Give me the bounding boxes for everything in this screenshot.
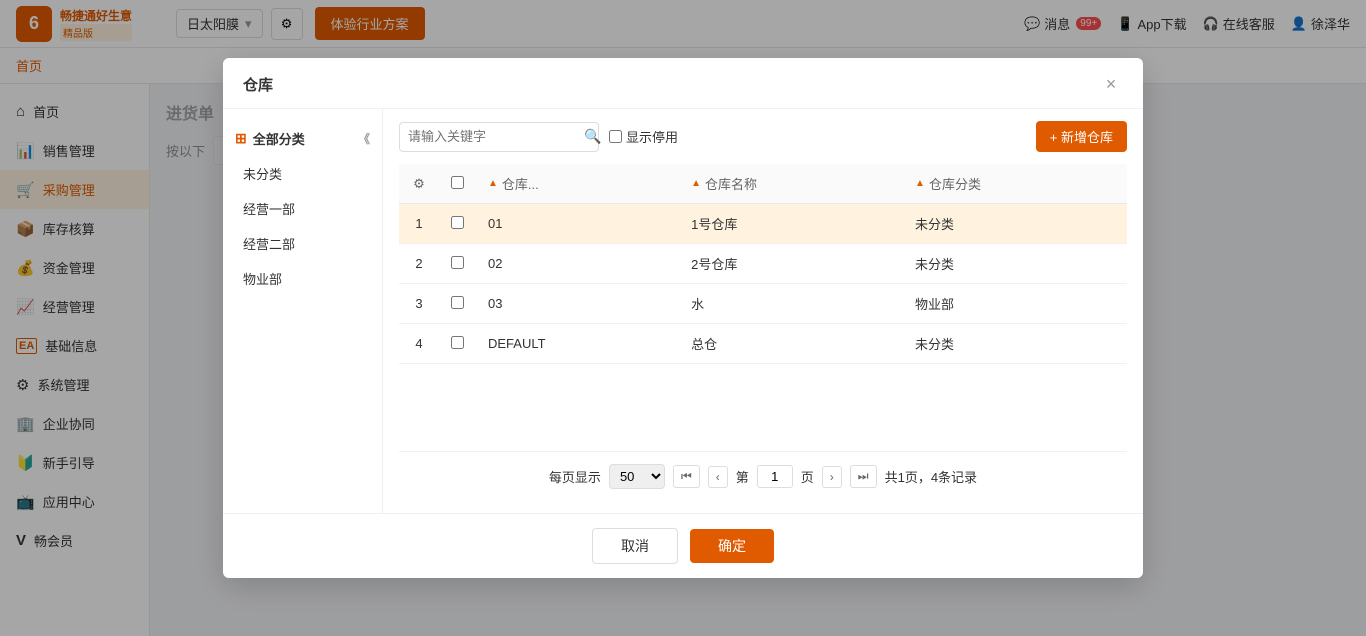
row-code: 01: [476, 204, 679, 244]
table-row[interactable]: 2 02 2号仓库 未分类: [399, 244, 1127, 284]
row-checkbox[interactable]: [451, 336, 464, 349]
next-page-button[interactable]: ›: [822, 466, 842, 488]
per-page-select[interactable]: 50 20 100: [609, 464, 665, 489]
row-checkbox[interactable]: [451, 216, 464, 229]
col-category: ▲ 仓库分类: [903, 164, 1127, 204]
row-checkbox[interactable]: [451, 296, 464, 309]
row-code: 03: [476, 284, 679, 324]
col-settings[interactable]: ⚙: [399, 164, 439, 204]
sort-icon-name: ▲: [691, 178, 701, 189]
row-code: 02: [476, 244, 679, 284]
table-row[interactable]: 1 01 1号仓库 未分类: [399, 204, 1127, 244]
settings-col-icon: ⚙: [413, 176, 425, 191]
warehouse-modal: 仓库 × ⊞ 全部分类 《 未分类 经营一部 经营二部 物业部: [223, 58, 1143, 578]
row-checkbox-cell: [439, 204, 476, 244]
pagination: 每页显示 50 20 100 ⏮ ‹ 第 页 › ⏭ 共1页，4条记录: [399, 451, 1127, 501]
col-code: ▲ 仓库...: [476, 164, 679, 204]
category-item-property[interactable]: 物业部: [223, 261, 382, 296]
row-category: 未分类: [903, 204, 1127, 244]
table-header-row: ⚙ ▲ 仓库...: [399, 164, 1127, 204]
modal-category-panel: ⊞ 全部分类 《 未分类 经营一部 经营二部 物业部: [223, 109, 383, 513]
modal-title: 仓库: [243, 74, 273, 95]
category-item-ops2[interactable]: 经营二部: [223, 226, 382, 261]
all-categories-label: 全部分类: [253, 129, 305, 148]
prev-page-button[interactable]: ‹: [708, 466, 728, 488]
row-checkbox-cell: [439, 284, 476, 324]
row-no: 1: [399, 204, 439, 244]
confirm-button[interactable]: 确定: [690, 529, 774, 563]
modal-right-panel: 🔍 显示停用 + 新增仓库 ⚙: [383, 109, 1143, 513]
row-category: 未分类: [903, 244, 1127, 284]
modal-header: 仓库 ×: [223, 58, 1143, 109]
search-box: 🔍: [399, 122, 599, 152]
add-warehouse-button[interactable]: + 新增仓库: [1036, 121, 1127, 152]
col-name: ▲ 仓库名称: [679, 164, 903, 204]
row-name: 1号仓库: [679, 204, 903, 244]
first-page-button[interactable]: ⏮: [673, 465, 700, 488]
page-number-input[interactable]: [757, 465, 793, 488]
row-no: 2: [399, 244, 439, 284]
row-no: 4: [399, 324, 439, 364]
category-item-unclassified[interactable]: 未分类: [223, 156, 382, 191]
search-input[interactable]: [408, 129, 584, 144]
row-category: 物业部: [903, 284, 1127, 324]
show-disabled-checkbox[interactable]: [609, 130, 622, 143]
grid-icon: ⊞: [235, 130, 247, 147]
table: ⚙ ▲ 仓库...: [399, 164, 1127, 364]
category-item-ops1[interactable]: 经营一部: [223, 191, 382, 226]
row-name: 水: [679, 284, 903, 324]
per-page-label: 每页显示: [549, 467, 601, 486]
row-name: 总仓: [679, 324, 903, 364]
col-checkbox[interactable]: [439, 164, 476, 204]
warehouse-table: ⚙ ▲ 仓库...: [399, 164, 1127, 447]
modal-overlay: 仓库 × ⊞ 全部分类 《 未分类 经营一部 经营二部 物业部: [0, 0, 1366, 636]
modal-close-button[interactable]: ×: [1099, 72, 1123, 96]
row-checkbox-cell: [439, 324, 476, 364]
table-row[interactable]: 3 03 水 物业部: [399, 284, 1127, 324]
sort-icon-cat: ▲: [915, 178, 925, 189]
modal-toolbar: 🔍 显示停用 + 新增仓库: [399, 121, 1127, 152]
row-no: 3: [399, 284, 439, 324]
total-records-label: 共1页，4条记录: [885, 467, 977, 486]
show-disabled-toggle[interactable]: 显示停用: [609, 127, 678, 146]
modal-body: ⊞ 全部分类 《 未分类 经营一部 经营二部 物业部 🔍: [223, 109, 1143, 513]
select-all-checkbox[interactable]: [451, 176, 464, 189]
row-checkbox-cell: [439, 244, 476, 284]
all-categories-header[interactable]: ⊞ 全部分类 《: [223, 121, 382, 156]
row-name: 2号仓库: [679, 244, 903, 284]
page-number-label: 第: [736, 467, 749, 486]
collapse-button[interactable]: 《: [358, 130, 370, 147]
table-row[interactable]: 4 DEFAULT 总仓 未分类: [399, 324, 1127, 364]
modal-footer: 取消 确定: [223, 513, 1143, 578]
sort-icon-code: ▲: [488, 178, 498, 189]
cancel-button[interactable]: 取消: [592, 528, 678, 564]
row-category: 未分类: [903, 324, 1127, 364]
page-label: 页: [801, 467, 814, 486]
row-checkbox[interactable]: [451, 256, 464, 269]
last-page-button[interactable]: ⏭: [850, 465, 877, 488]
row-code: DEFAULT: [476, 324, 679, 364]
search-icon: 🔍: [584, 128, 601, 145]
